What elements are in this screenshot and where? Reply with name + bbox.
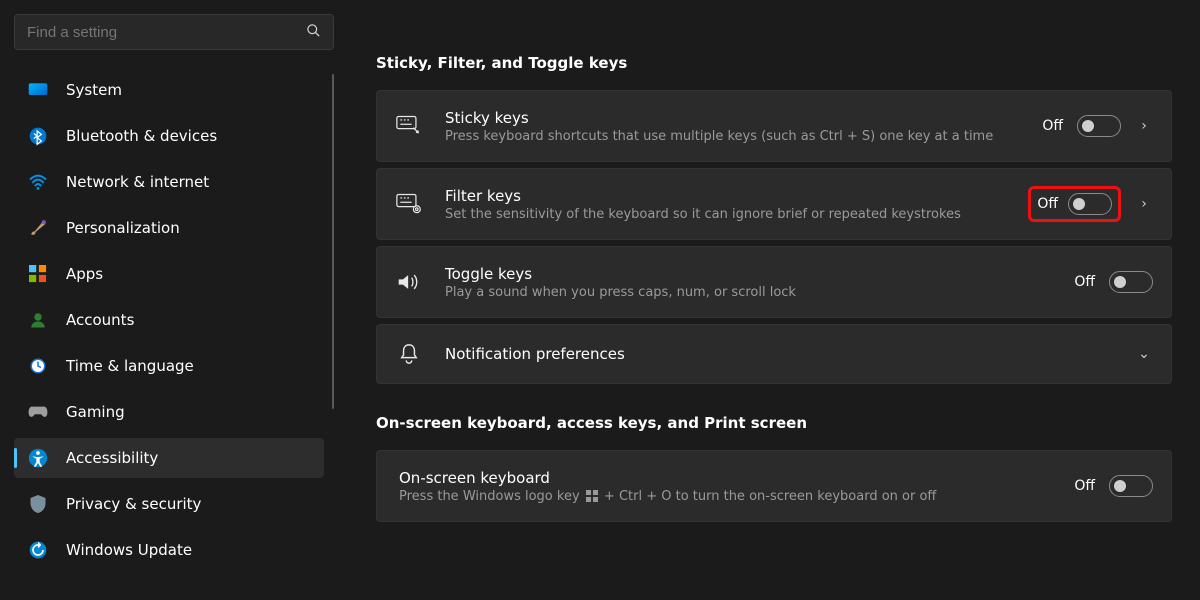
row-title: Notification preferences [445, 345, 1135, 363]
chevron-down-icon[interactable]: ⌄ [1135, 346, 1153, 362]
toggle-keys-toggle[interactable] [1109, 271, 1153, 293]
section-sticky-filter-toggle-heading: Sticky, Filter, and Toggle keys [376, 54, 1172, 72]
speaker-icon [395, 268, 423, 296]
chevron-right-icon[interactable]: › [1135, 118, 1153, 134]
accessibility-icon [26, 446, 50, 470]
sidebar-item-personalization[interactable]: Personalization [14, 208, 324, 248]
toggle-state-label: Off [1037, 196, 1058, 212]
sidebar-item-accessibility[interactable]: Accessibility [14, 438, 324, 478]
sidebar-item-label: Personalization [66, 219, 180, 237]
clock-icon [26, 354, 50, 378]
row-on-screen-keyboard[interactable]: On-screen keyboard Press the Windows log… [376, 450, 1172, 522]
row-description: Press keyboard shortcuts that use multip… [445, 129, 1042, 144]
sidebar-item-apps[interactable]: Apps [14, 254, 324, 294]
paintbrush-icon [26, 216, 50, 240]
sidebar-item-label: Privacy & security [66, 495, 201, 513]
row-description: Press the Windows logo key + Ctrl + O to… [399, 489, 1074, 504]
sidebar-item-label: Apps [66, 265, 103, 283]
sticky-keys-toggle[interactable] [1077, 115, 1121, 137]
toggle-state-label: Off [1074, 478, 1095, 494]
chevron-right-icon[interactable]: › [1135, 196, 1153, 212]
search-box[interactable] [14, 14, 334, 50]
row-title: On-screen keyboard [399, 469, 1074, 487]
row-notification-preferences[interactable]: Notification preferences ⌄ [376, 324, 1172, 384]
search-icon [306, 23, 321, 42]
sidebar-item-label: Accessibility [66, 449, 158, 467]
person-icon [26, 308, 50, 332]
apps-icon [26, 262, 50, 286]
wifi-icon [26, 170, 50, 194]
sidebar-item-network[interactable]: Network & internet [14, 162, 324, 202]
bell-icon [395, 340, 423, 368]
row-title: Sticky keys [445, 109, 1042, 127]
sidebar-item-time-language[interactable]: Time & language [14, 346, 324, 386]
sidebar-item-label: Network & internet [66, 173, 209, 191]
row-description: Set the sensitivity of the keyboard so i… [445, 207, 1028, 222]
row-title: Filter keys [445, 187, 1028, 205]
sidebar-item-privacy[interactable]: Privacy & security [14, 484, 324, 524]
sidebar-item-system[interactable]: System [14, 70, 324, 110]
windows-logo-icon [586, 490, 598, 502]
sidebar-item-bluetooth[interactable]: Bluetooth & devices [14, 116, 324, 156]
sidebar-item-windows-update[interactable]: Windows Update [14, 530, 324, 570]
sidebar-scrollbar[interactable] [332, 74, 334, 409]
row-description: Play a sound when you press caps, num, o… [445, 285, 1074, 300]
sidebar-item-label: Windows Update [66, 541, 192, 559]
bluetooth-icon [26, 124, 50, 148]
row-sticky-keys[interactable]: Sticky keys Press keyboard shortcuts tha… [376, 90, 1172, 162]
sidebar-item-label: System [66, 81, 122, 99]
sidebar-item-label: Bluetooth & devices [66, 127, 217, 145]
sidebar-item-label: Time & language [66, 357, 194, 375]
filter-keys-toggle[interactable] [1068, 193, 1112, 215]
row-toggle-keys[interactable]: Toggle keys Play a sound when you press … [376, 246, 1172, 318]
search-input[interactable] [27, 24, 306, 41]
keyboard-arrow-icon [395, 112, 423, 140]
sidebar-item-accounts[interactable]: Accounts [14, 300, 324, 340]
toggle-state-label: Off [1074, 274, 1095, 290]
controller-icon [26, 400, 50, 424]
sidebar-item-label: Gaming [66, 403, 125, 421]
toggle-state-label: Off [1042, 118, 1063, 134]
sidebar-item-label: Accounts [66, 311, 134, 329]
row-filter-keys[interactable]: Filter keys Set the sensitivity of the k… [376, 168, 1172, 240]
sidebar-item-gaming[interactable]: Gaming [14, 392, 324, 432]
on-screen-keyboard-toggle[interactable] [1109, 475, 1153, 497]
section-onscreen-keyboard-heading: On-screen keyboard, access keys, and Pri… [376, 414, 1172, 432]
update-icon [26, 538, 50, 562]
highlight-annotation: Off [1028, 186, 1121, 222]
shield-icon [26, 492, 50, 516]
keyboard-gear-icon [395, 190, 423, 218]
display-icon [26, 78, 50, 102]
row-title: Toggle keys [445, 265, 1074, 283]
